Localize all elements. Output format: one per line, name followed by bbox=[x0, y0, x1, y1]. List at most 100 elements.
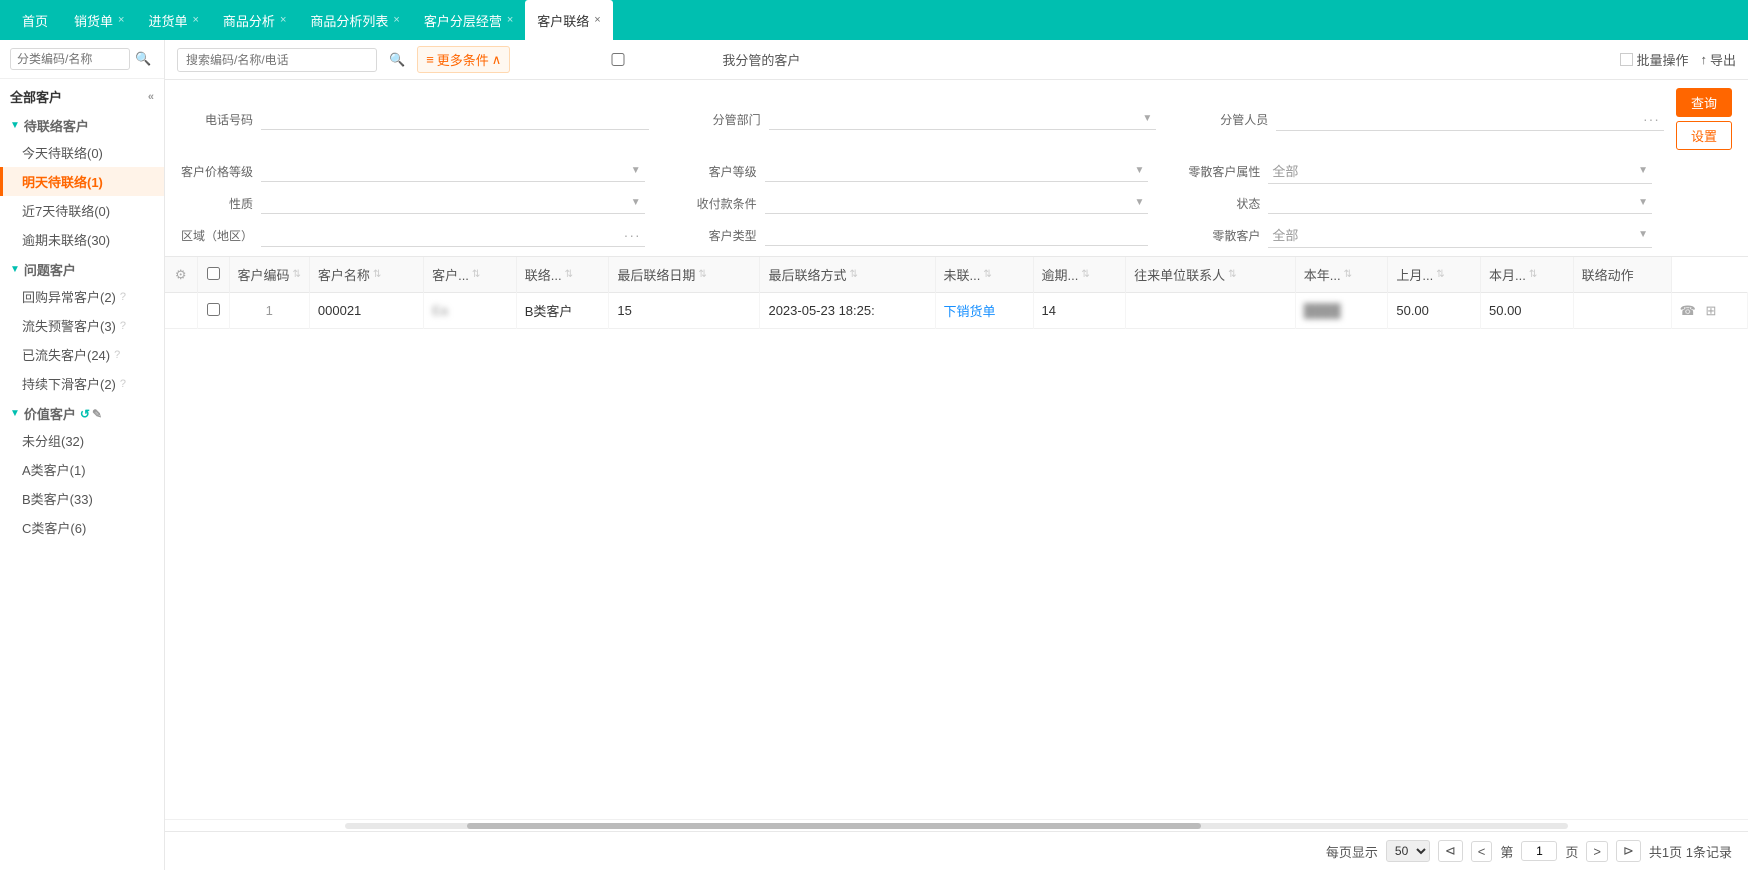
filter-region: 区域（地区） ··· bbox=[181, 224, 645, 247]
nav-sales-order-close[interactable]: × bbox=[118, 14, 124, 26]
nav-customer-contact-close[interactable]: × bbox=[594, 14, 600, 26]
filter-person-select[interactable]: ··· bbox=[1276, 108, 1664, 131]
my-customer-checkbox[interactable] bbox=[518, 53, 718, 66]
query-button[interactable]: 查询 bbox=[1676, 88, 1732, 117]
more-filter-button[interactable]: ≡ 更多条件 ∧ bbox=[417, 46, 510, 73]
filter-status-select[interactable]: ▼ bbox=[1268, 192, 1652, 214]
page-number-input[interactable] bbox=[1521, 841, 1557, 861]
sidebar-item-churned[interactable]: 已流失客户(24) ? bbox=[0, 340, 164, 369]
help-icon-1[interactable]: ? bbox=[120, 291, 126, 303]
filter-retail-attr-select[interactable]: 全部 ▼ bbox=[1268, 158, 1652, 184]
col-customer-type-sort[interactable]: ⇅ bbox=[472, 269, 480, 280]
scrollbar-thumb[interactable] bbox=[467, 823, 1201, 829]
filter-retail-attr-caret: ▼ bbox=[1638, 165, 1648, 176]
sidebar-item-ungrouped[interactable]: 未分组(32) bbox=[0, 426, 164, 455]
nav-product-analysis-list[interactable]: 商品分析列表 × bbox=[298, 0, 411, 40]
sidebar-item-7days-contact[interactable]: 近7天待联络(0) bbox=[0, 196, 164, 225]
sidebar-item-c-class[interactable]: C类客户(6) bbox=[0, 513, 164, 542]
filter-nature-select[interactable]: ▼ bbox=[261, 192, 645, 214]
filter-person-dots: ··· bbox=[1643, 111, 1660, 127]
select-all-checkbox[interactable] bbox=[207, 267, 220, 280]
filter-cust-level-value bbox=[769, 163, 773, 178]
filter-status: 状态 ▼ bbox=[1188, 192, 1652, 214]
filter-cust-level-select[interactable]: ▼ bbox=[765, 160, 1149, 182]
col-last-contact-date-sort[interactable]: ⇅ bbox=[698, 269, 706, 280]
col-contact-count-sort[interactable]: ⇅ bbox=[565, 269, 573, 280]
sidebar-item-ungrouped-label: 未分组(32) bbox=[22, 431, 84, 450]
nav-product-analysis-close[interactable]: × bbox=[280, 14, 286, 26]
filter-payment: 收付款条件 ▼ bbox=[685, 192, 1149, 214]
filter-dept: 分管部门 ▼ bbox=[689, 108, 1157, 130]
col-last-contact-method-sort[interactable]: ⇅ bbox=[849, 269, 857, 280]
filter-payment-select[interactable]: ▼ bbox=[765, 192, 1149, 214]
filter-nature-caret: ▼ bbox=[631, 197, 641, 208]
help-icon-3[interactable]: ? bbox=[114, 349, 120, 361]
col-overdue-sort[interactable]: ⇅ bbox=[1081, 269, 1089, 280]
filter-phone-input[interactable] bbox=[261, 108, 649, 130]
sidebar-collapse-icon[interactable]: « bbox=[148, 91, 154, 103]
checkbox-icon bbox=[1620, 53, 1633, 66]
my-customer-filter[interactable]: 我分管的客户 bbox=[518, 50, 800, 69]
nav-customer-tier-close[interactable]: × bbox=[507, 14, 513, 26]
sidebar-search-input[interactable] bbox=[10, 48, 130, 70]
row-action-phone-icon[interactable]: ☎ bbox=[1680, 303, 1696, 318]
th-this-month: 本月... ⇅ bbox=[1481, 257, 1574, 293]
sidebar-item-b-class[interactable]: B类客户(33) bbox=[0, 484, 164, 513]
filter-price-level-select[interactable]: ▼ bbox=[261, 160, 645, 182]
all-customers-label[interactable]: 全部客户 bbox=[10, 87, 62, 106]
filter-caret-icon: ∧ bbox=[492, 52, 502, 68]
col-this-year-sort[interactable]: ⇅ bbox=[1344, 269, 1352, 280]
nav-customer-contact[interactable]: 客户联络 × bbox=[525, 0, 612, 40]
col-contacts-sort[interactable]: ⇅ bbox=[1228, 269, 1236, 280]
row-last-contact-date-value: 2023-05-23 18:25: bbox=[768, 303, 874, 318]
sidebar-item-a-class[interactable]: A类客户(1) bbox=[0, 455, 164, 484]
nav-home-label: 首页 bbox=[22, 11, 48, 30]
nav-product-analysis[interactable]: 商品分析 × bbox=[211, 0, 298, 40]
search-button[interactable]: 🔍 bbox=[385, 52, 409, 68]
nav-product-analysis-list-close[interactable]: × bbox=[393, 14, 399, 26]
prev-page-button[interactable]: < bbox=[1471, 841, 1493, 862]
nav-customer-tier[interactable]: 客户分层经营 × bbox=[412, 0, 525, 40]
sidebar-item-repurchase-abnormal[interactable]: 回购异常客户(2) ? bbox=[0, 282, 164, 311]
batch-operation-button[interactable]: 批量操作 bbox=[1620, 50, 1688, 69]
scrollbar-track[interactable] bbox=[345, 823, 1568, 829]
next-page-button[interactable]: > bbox=[1586, 841, 1608, 862]
filter-person-label: 分管人员 bbox=[1196, 111, 1276, 128]
nav-home[interactable]: 首页 bbox=[8, 0, 62, 40]
filter-nature-value bbox=[265, 195, 269, 210]
col-last-month-sort[interactable]: ⇅ bbox=[1436, 269, 1444, 280]
sidebar-item-churn-warning[interactable]: 流失预警客户(3) ? bbox=[0, 311, 164, 340]
row-checkbox[interactable] bbox=[207, 303, 220, 316]
filter-retail-cust-select[interactable]: 全部 ▼ bbox=[1268, 222, 1652, 248]
nav-purchase-order[interactable]: 进货单 × bbox=[136, 0, 210, 40]
filter-cust-type-select[interactable] bbox=[765, 224, 1149, 246]
last-page-button[interactable]: ⊳ bbox=[1616, 840, 1641, 862]
filter-dept-select[interactable]: ▼ bbox=[769, 108, 1157, 130]
export-button[interactable]: ↑ 导出 bbox=[1700, 50, 1736, 69]
row-action-grid-icon[interactable]: ⊞ bbox=[1705, 303, 1716, 318]
first-page-button[interactable]: ⊲ bbox=[1438, 840, 1463, 862]
sidebar-item-declining[interactable]: 持续下滑客户(2) ? bbox=[0, 369, 164, 398]
help-icon-4[interactable]: ? bbox=[120, 378, 126, 390]
value-group-refresh[interactable]: ↺ bbox=[80, 407, 90, 421]
set-button[interactable]: 设置 bbox=[1676, 121, 1732, 150]
horizontal-scrollbar[interactable] bbox=[165, 819, 1748, 831]
col-customer-code-sort[interactable]: ⇅ bbox=[293, 269, 301, 280]
search-input[interactable] bbox=[177, 48, 377, 72]
col-customer-name-sort[interactable]: ⇅ bbox=[373, 269, 381, 280]
col-this-month-sort[interactable]: ⇅ bbox=[1529, 269, 1537, 280]
filter-region-select[interactable]: ··· bbox=[261, 224, 645, 247]
col-un-contact-sort[interactable]: ⇅ bbox=[983, 269, 991, 280]
row-last-contact-method-link[interactable]: 下销货单 bbox=[944, 304, 996, 319]
gear-icon[interactable]: ⚙ bbox=[175, 267, 187, 282]
nav-sales-order[interactable]: 销货单 × bbox=[62, 0, 136, 40]
page-size-select[interactable]: 50 bbox=[1386, 840, 1430, 862]
sidebar-search-icon[interactable]: 🔍 bbox=[135, 51, 151, 67]
th-customer-type: 客户... ⇅ bbox=[424, 257, 517, 293]
sidebar-item-today-contact[interactable]: 今天待联络(0) bbox=[0, 138, 164, 167]
help-icon-2[interactable]: ? bbox=[120, 320, 126, 332]
sidebar-item-overdue-contact[interactable]: 逾期未联络(30) bbox=[0, 225, 164, 254]
value-group-edit[interactable]: ✎ bbox=[92, 407, 102, 421]
sidebar-item-tomorrow-contact[interactable]: 明天待联络(1) bbox=[0, 167, 164, 196]
nav-purchase-order-close[interactable]: × bbox=[192, 14, 198, 26]
